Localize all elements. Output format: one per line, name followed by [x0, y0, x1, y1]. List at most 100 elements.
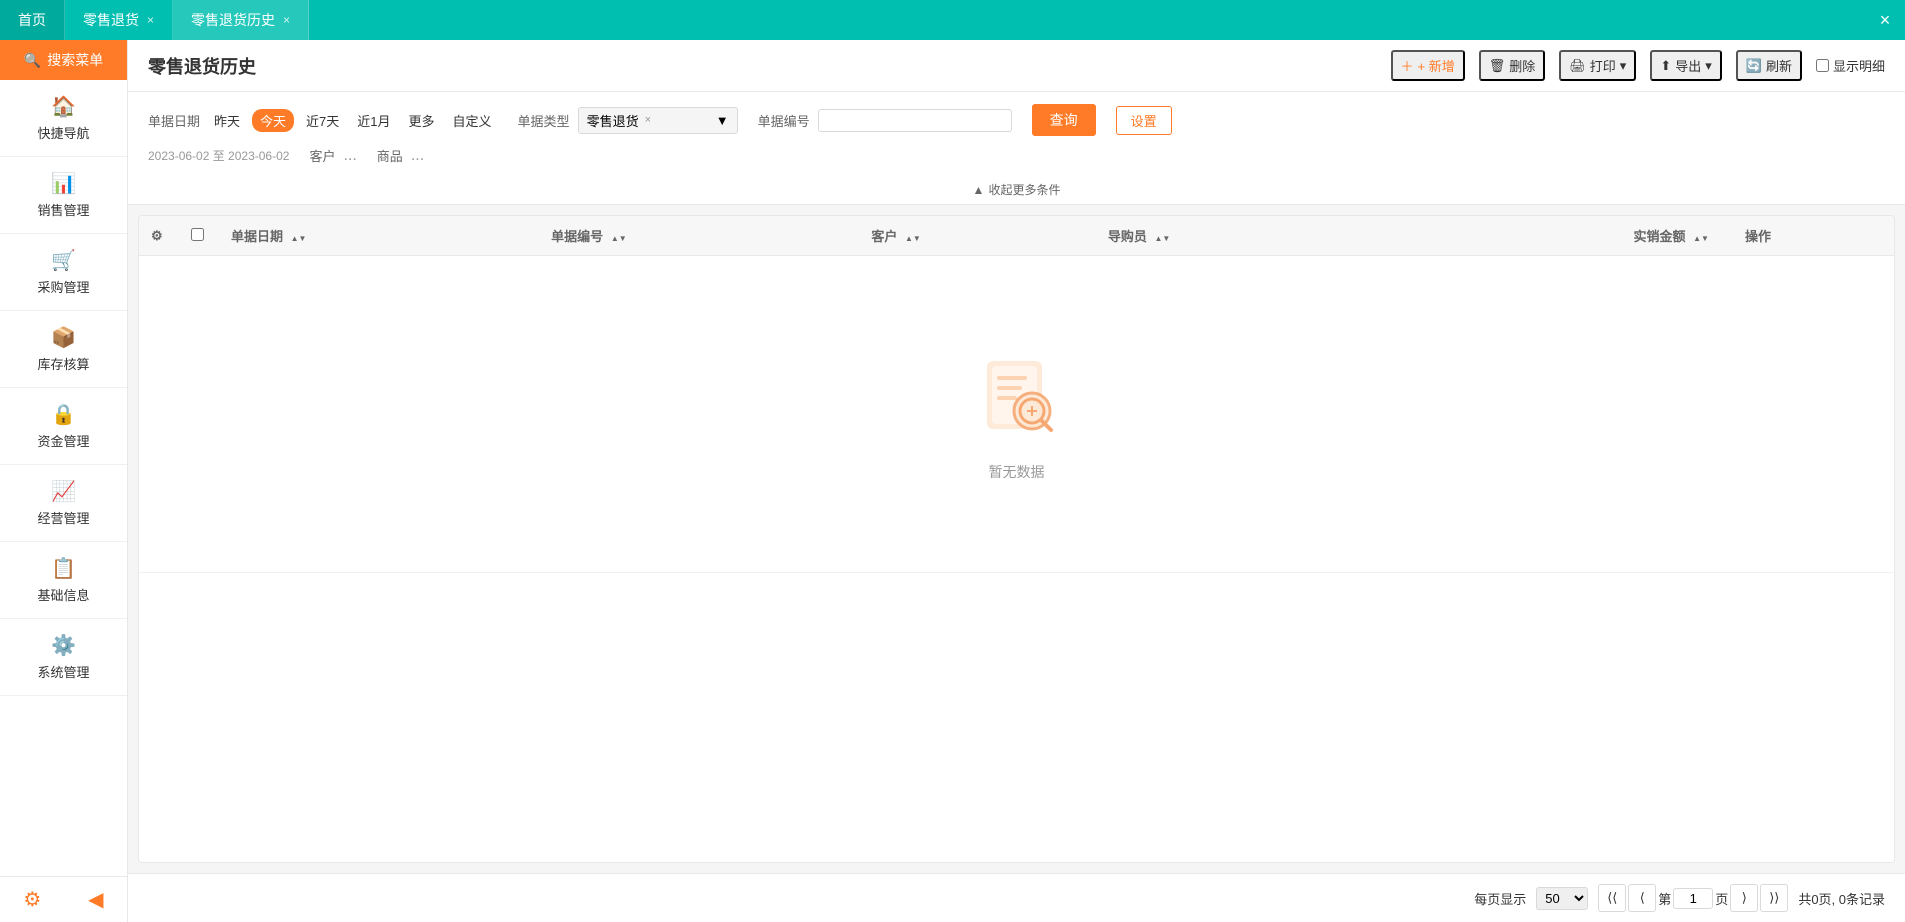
last-page-btn[interactable]: ⟩⟩	[1760, 884, 1788, 912]
home-icon: 🏠	[51, 94, 76, 119]
print-icon: 🖨	[1569, 58, 1586, 74]
select-all-checkbox[interactable]	[191, 228, 204, 241]
doc-type-dropdown-icon[interactable]: ▼	[716, 113, 729, 128]
empty-text: 暂无数据	[989, 462, 1045, 482]
sidebar-item-purchase-label: 采购管理	[37, 277, 89, 296]
filter-row-2: 2023-06-02 至 2023-06-02 客户 ... 商品 ...	[148, 146, 1885, 165]
sidebar: 🔍 搜索菜单 🏠 快捷导航 📊 销售管理 🛒 采购管理 📦 库存核算 🔒	[0, 40, 128, 922]
th-amount[interactable]: 实销金额 ▲▼	[1374, 216, 1733, 256]
th-date-label: 单据日期	[231, 229, 283, 244]
tab-retail-return-history-close[interactable]: ×	[283, 14, 290, 26]
sidebar-item-inventory[interactable]: 📦 库存核算	[0, 311, 127, 388]
table-area: ⚙ 单据日期 ▲▼ 单据编号 ▲▼	[138, 215, 1895, 863]
page-input[interactable]	[1673, 888, 1713, 909]
goods-dots[interactable]: ...	[411, 147, 424, 165]
tab-home[interactable]: 首页	[0, 0, 65, 40]
date-option-7days[interactable]: 近7天	[300, 109, 345, 132]
collapse-label: 收起更多条件	[988, 181, 1060, 198]
date-sort-icon[interactable]: ▲▼	[291, 235, 307, 243]
sidebar-nav: 🏠 快捷导航 📊 销售管理 🛒 采购管理 📦 库存核算 🔒 资金管理 📈	[0, 80, 127, 876]
th-no[interactable]: 单据编号 ▲▼	[539, 216, 859, 256]
prev-page-btn[interactable]: ⟨	[1628, 884, 1656, 912]
th-action: 操作	[1733, 216, 1894, 256]
sidebar-item-finance[interactable]: 🔒 资金管理	[0, 388, 127, 465]
delete-button[interactable]: 🗑 删除	[1479, 50, 1546, 81]
show-detail-input[interactable]	[1816, 59, 1829, 72]
query-button[interactable]: 查询	[1032, 104, 1096, 136]
th-amount-label: 实销金额	[1634, 229, 1686, 244]
refresh-button[interactable]: 🔄 刷新	[1736, 50, 1802, 81]
sidebar-item-sales[interactable]: 📊 销售管理	[0, 157, 127, 234]
th-guide[interactable]: 导购员 ▲▼	[1096, 216, 1374, 256]
pagination-bar: 每页显示 10 20 50 100 ⟨⟨ ⟨ 第 页 ⟩ ⟩⟩ 共0页, 0条记…	[128, 873, 1905, 922]
export-dropdown-icon: ▾	[1705, 58, 1712, 74]
sidebar-item-operations[interactable]: 📈 经营管理	[0, 465, 127, 542]
settings-button[interactable]: 设置	[1116, 106, 1172, 135]
sidebar-collapse-btn[interactable]: ◀	[88, 887, 103, 912]
sidebar-item-operations-label: 经营管理	[37, 508, 89, 527]
date-option-1month[interactable]: 近1月	[351, 109, 396, 132]
tab-retail-return-history[interactable]: 零售退货历史 ×	[173, 0, 309, 40]
operations-icon: 📈	[51, 479, 76, 504]
basic-info-icon: 📋	[51, 556, 76, 581]
doc-type-filter-field: 单据类型 零售退货 × ▼	[518, 107, 738, 134]
sidebar-search[interactable]: 🔍 搜索菜单	[0, 40, 127, 80]
doc-type-remove-btn[interactable]: ×	[645, 114, 651, 126]
date-option-yesterday[interactable]: 昨天	[208, 109, 246, 132]
search-icon: 🔍	[24, 52, 41, 69]
next-page-btn[interactable]: ⟩	[1730, 884, 1758, 912]
delete-icon: 🗑	[1489, 58, 1506, 74]
sales-icon: 📊	[51, 171, 76, 196]
tab-retail-return-history-label: 零售退货历史	[191, 10, 275, 30]
tab-retail-return-label: 零售退货	[83, 10, 139, 30]
th-checkbox[interactable]	[179, 216, 219, 256]
sidebar-item-system[interactable]: ⚙️ 系统管理	[0, 619, 127, 696]
table-body: 暂无数据	[139, 256, 1894, 573]
export-icon: ⬆	[1660, 58, 1671, 74]
no-sort-icon[interactable]: ▲▼	[611, 235, 627, 243]
tab-retail-return-close[interactable]: ×	[147, 14, 154, 26]
customer-filter-field: 客户 ...	[309, 146, 356, 165]
table-header: ⚙ 单据日期 ▲▼ 单据编号 ▲▼	[139, 216, 1894, 256]
collapse-bar[interactable]: ▲ 收起更多条件	[148, 175, 1885, 204]
th-date[interactable]: 单据日期 ▲▼	[219, 216, 539, 256]
date-range-display: 2023-06-02 至 2023-06-02	[148, 147, 289, 164]
customer-sort-icon[interactable]: ▲▼	[905, 235, 921, 243]
date-filter-field: 单据日期 昨天 今天 近7天 近1月 更多 自定义	[148, 109, 498, 132]
doc-no-label: 单据编号	[758, 111, 810, 130]
doc-no-input[interactable]	[818, 109, 1012, 132]
print-dropdown-icon: ▾	[1620, 58, 1627, 74]
amount-sort-icon[interactable]: ▲▼	[1693, 235, 1709, 243]
doc-type-label: 单据类型	[518, 111, 570, 130]
show-detail-label: 显示明细	[1833, 56, 1885, 75]
show-detail-checkbox[interactable]: 显示明细	[1816, 56, 1885, 75]
per-page-select[interactable]: 10 20 50 100	[1536, 887, 1588, 910]
table-settings-icon[interactable]: ⚙	[151, 228, 163, 243]
tab-retail-return[interactable]: 零售退货 ×	[65, 0, 173, 40]
refresh-icon: 🔄	[1746, 58, 1762, 74]
top-bar: 首页 零售退货 × 零售退货历史 × ×	[0, 0, 1905, 40]
date-option-custom[interactable]: 自定义	[447, 109, 498, 132]
window-close-button[interactable]: ×	[1865, 0, 1905, 40]
date-options: 昨天 今天 近7天 近1月 更多 自定义	[208, 109, 498, 132]
export-button[interactable]: ⬆ 导出 ▾	[1650, 50, 1721, 81]
sidebar-item-purchase[interactable]: 🛒 采购管理	[0, 234, 127, 311]
sidebar-item-quick-nav[interactable]: 🏠 快捷导航	[0, 80, 127, 157]
sidebar-search-label: 搜索菜单	[47, 50, 103, 70]
customer-dots[interactable]: ...	[343, 147, 356, 165]
print-button[interactable]: 🖨 打印 ▾	[1559, 50, 1636, 81]
th-customer-label: 客户	[871, 229, 897, 244]
th-no-label: 单据编号	[551, 229, 603, 244]
sidebar-item-basic-info[interactable]: 📋 基础信息	[0, 542, 127, 619]
sidebar-settings-btn[interactable]: ⚙	[23, 887, 41, 912]
add-button[interactable]: ＋ + 新增	[1391, 50, 1465, 81]
per-page-label: 每页显示	[1474, 889, 1526, 908]
doc-type-tag: 零售退货 × ▼	[578, 107, 738, 134]
th-customer[interactable]: 客户 ▲▼	[859, 216, 1096, 256]
date-option-more[interactable]: 更多	[403, 109, 441, 132]
first-page-btn[interactable]: ⟨⟨	[1598, 884, 1626, 912]
date-filter-label: 单据日期	[148, 111, 200, 130]
th-settings[interactable]: ⚙	[139, 216, 179, 256]
guide-sort-icon[interactable]: ▲▼	[1154, 235, 1170, 243]
date-option-today[interactable]: 今天	[252, 109, 294, 132]
